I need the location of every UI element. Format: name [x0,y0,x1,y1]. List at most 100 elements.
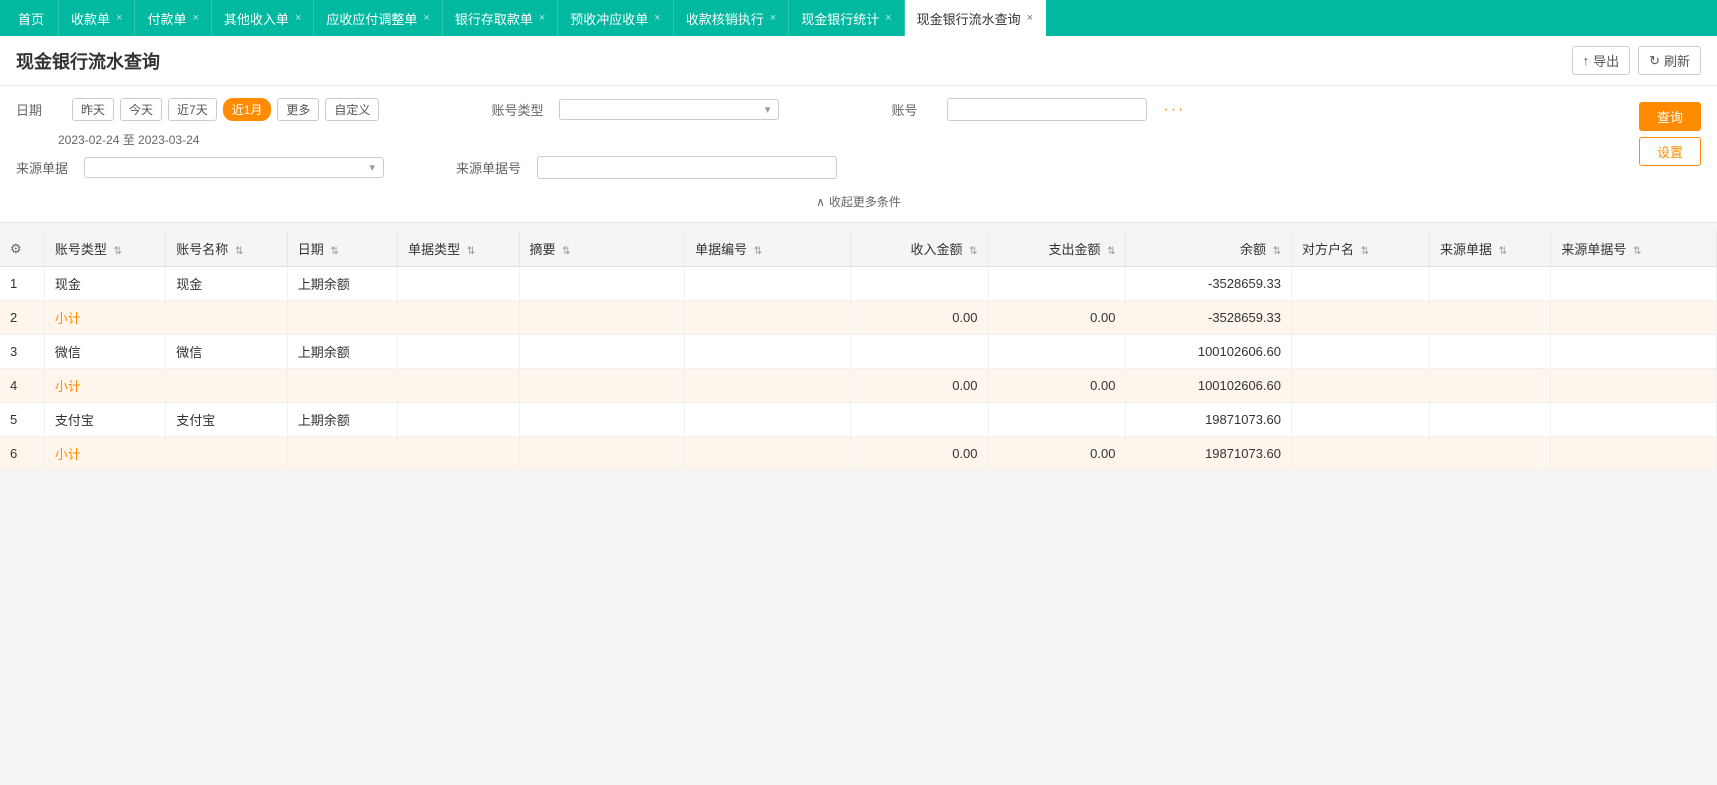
cell-summary [519,369,685,403]
nav-tab-1[interactable]: 付款单 × [135,0,211,36]
col-account-type[interactable]: 账号类型 ⇅ [44,231,165,267]
account-type-select[interactable]: ▾ [559,99,779,120]
account-type-label: 账号类型 [491,100,543,119]
sort-summary-icon: ⇅ [562,246,570,257]
sort-doc-type-icon: ⇅ [467,246,475,257]
account-label: 账号 [891,100,931,119]
date-btn-1month[interactable]: 近1月 [223,98,272,121]
cell-account-name [166,301,287,335]
source-doc-no-input[interactable] [537,156,837,179]
sort-account-name-icon: ⇅ [235,246,243,257]
export-icon: ↑ [1583,53,1590,68]
account-type-arrow-icon: ▾ [765,103,771,116]
cell-src-doc-no [1551,369,1717,403]
date-btn-today[interactable]: 今天 [120,98,162,121]
cell-balance: -3528659.33 [1126,267,1292,301]
cell-account-name: 支付宝 [166,403,287,437]
sort-expense-icon: ⇅ [1107,246,1115,257]
cell-doc-type [398,369,519,403]
nav-tab-2[interactable]: 其他收入单 × [212,0,314,36]
cell-party [1292,369,1430,403]
source-doc-arrow-icon: ▾ [369,161,375,174]
source-doc-select[interactable]: ▾ [84,157,384,178]
account-dots-button[interactable]: ··· [1163,101,1185,119]
nav-tab-5[interactable]: 预收冲应收单 × [558,0,673,36]
query-button[interactable]: 查询 [1639,102,1701,131]
gear-icon[interactable]: ⚙ [10,241,22,256]
export-button[interactable]: ↑ 导出 [1572,46,1631,75]
cell-date [287,301,397,335]
col-expense[interactable]: 支出金额 ⇅ [988,231,1126,267]
table-row: 5 支付宝 支付宝 上期余额 19871073.60 [0,403,1717,437]
cell-summary [519,403,685,437]
sort-account-type-icon: ⇅ [114,246,122,257]
top-nav: 首页 收款单 × 付款单 × 其他收入单 × 应收应付调整单 × 银行存取款单 … [0,0,1717,36]
cell-src-doc-no [1551,267,1717,301]
cell-income [850,335,988,369]
cell-income: 0.00 [850,369,988,403]
cell-party [1292,403,1430,437]
source-doc-label: 来源单据 [16,158,68,177]
cell-date [287,437,397,471]
cell-account-type: 小计 [44,369,165,403]
col-balance[interactable]: 余额 ⇅ [1126,231,1292,267]
cell-date: 上期余额 [287,403,397,437]
cell-expense: 0.00 [988,369,1126,403]
collapse-bar[interactable]: ∧ 收起更多条件 [16,189,1701,210]
col-src-doc[interactable]: 来源单据 ⇅ [1429,231,1550,267]
col-date[interactable]: 日期 ⇅ [287,231,397,267]
cell-balance: 19871073.60 [1126,403,1292,437]
cell-num: 4 [0,369,44,403]
cell-party [1292,267,1430,301]
close-tab-7[interactable]: × [885,12,891,24]
close-tab-1[interactable]: × [192,12,198,24]
cell-doc-type [398,335,519,369]
nav-tab-6[interactable]: 收款核销执行 × [674,0,789,36]
date-btn-more[interactable]: 更多 [277,98,319,121]
col-summary[interactable]: 摘要 ⇅ [519,231,685,267]
col-income[interactable]: 收入金额 ⇅ [850,231,988,267]
nav-home[interactable]: 首页 [4,0,59,36]
cell-doc-type [398,267,519,301]
cell-src-doc [1429,267,1550,301]
date-btn-7days[interactable]: 近7天 [168,98,217,121]
cell-account-name: 现金 [166,267,287,301]
nav-tab-4[interactable]: 银行存取款单 × [443,0,558,36]
close-tab-0[interactable]: × [116,12,122,24]
close-tab-4[interactable]: × [539,12,545,24]
cell-account-name: 微信 [166,335,287,369]
nav-tab-8[interactable]: 现金银行流水查询 × [905,0,1046,36]
cell-balance: 100102606.60 [1126,369,1292,403]
date-btn-custom[interactable]: 自定义 [325,98,379,121]
cell-src-doc [1429,437,1550,471]
date-btn-yesterday[interactable]: 昨天 [72,98,114,121]
close-tab-2[interactable]: × [295,12,301,24]
nav-tab-3[interactable]: 应收应付调整单 × [314,0,442,36]
col-account-name[interactable]: 账号名称 ⇅ [166,231,287,267]
cell-src-doc [1429,301,1550,335]
cell-account-type: 微信 [44,335,165,369]
settings-button[interactable]: 设置 [1639,137,1701,166]
col-party[interactable]: 对方户名 ⇅ [1292,231,1430,267]
cell-src-doc-no [1551,301,1717,335]
sort-income-icon: ⇅ [969,246,977,257]
col-doc-no[interactable]: 单据编号 ⇅ [685,231,851,267]
data-table: ⚙ 账号类型 ⇅ 账号名称 ⇅ 日期 ⇅ 单据类型 ⇅ 摘 [0,231,1717,471]
cell-doc-type [398,437,519,471]
table-container: ⚙ 账号类型 ⇅ 账号名称 ⇅ 日期 ⇅ 单据类型 ⇅ 摘 [0,231,1717,471]
col-gear[interactable]: ⚙ [0,231,44,267]
close-tab-5[interactable]: × [654,12,660,24]
close-tab-6[interactable]: × [770,12,776,24]
account-input[interactable] [947,98,1147,121]
cell-account-type: 小计 [44,301,165,335]
nav-tab-7[interactable]: 现金银行统计 × [789,0,904,36]
page-header: 现金银行流水查询 ↑ 导出 ↻ 刷新 [0,36,1717,86]
close-tab-8[interactable]: × [1027,12,1033,24]
refresh-button[interactable]: ↻ 刷新 [1638,46,1701,75]
col-doc-type[interactable]: 单据类型 ⇅ [398,231,519,267]
col-src-doc-no[interactable]: 来源单据号 ⇅ [1551,231,1717,267]
nav-tab-0[interactable]: 收款单 × [59,0,135,36]
date-range-display: 2023-02-24 至 2023-03-24 [58,133,199,147]
cell-num: 1 [0,267,44,301]
close-tab-3[interactable]: × [423,12,429,24]
